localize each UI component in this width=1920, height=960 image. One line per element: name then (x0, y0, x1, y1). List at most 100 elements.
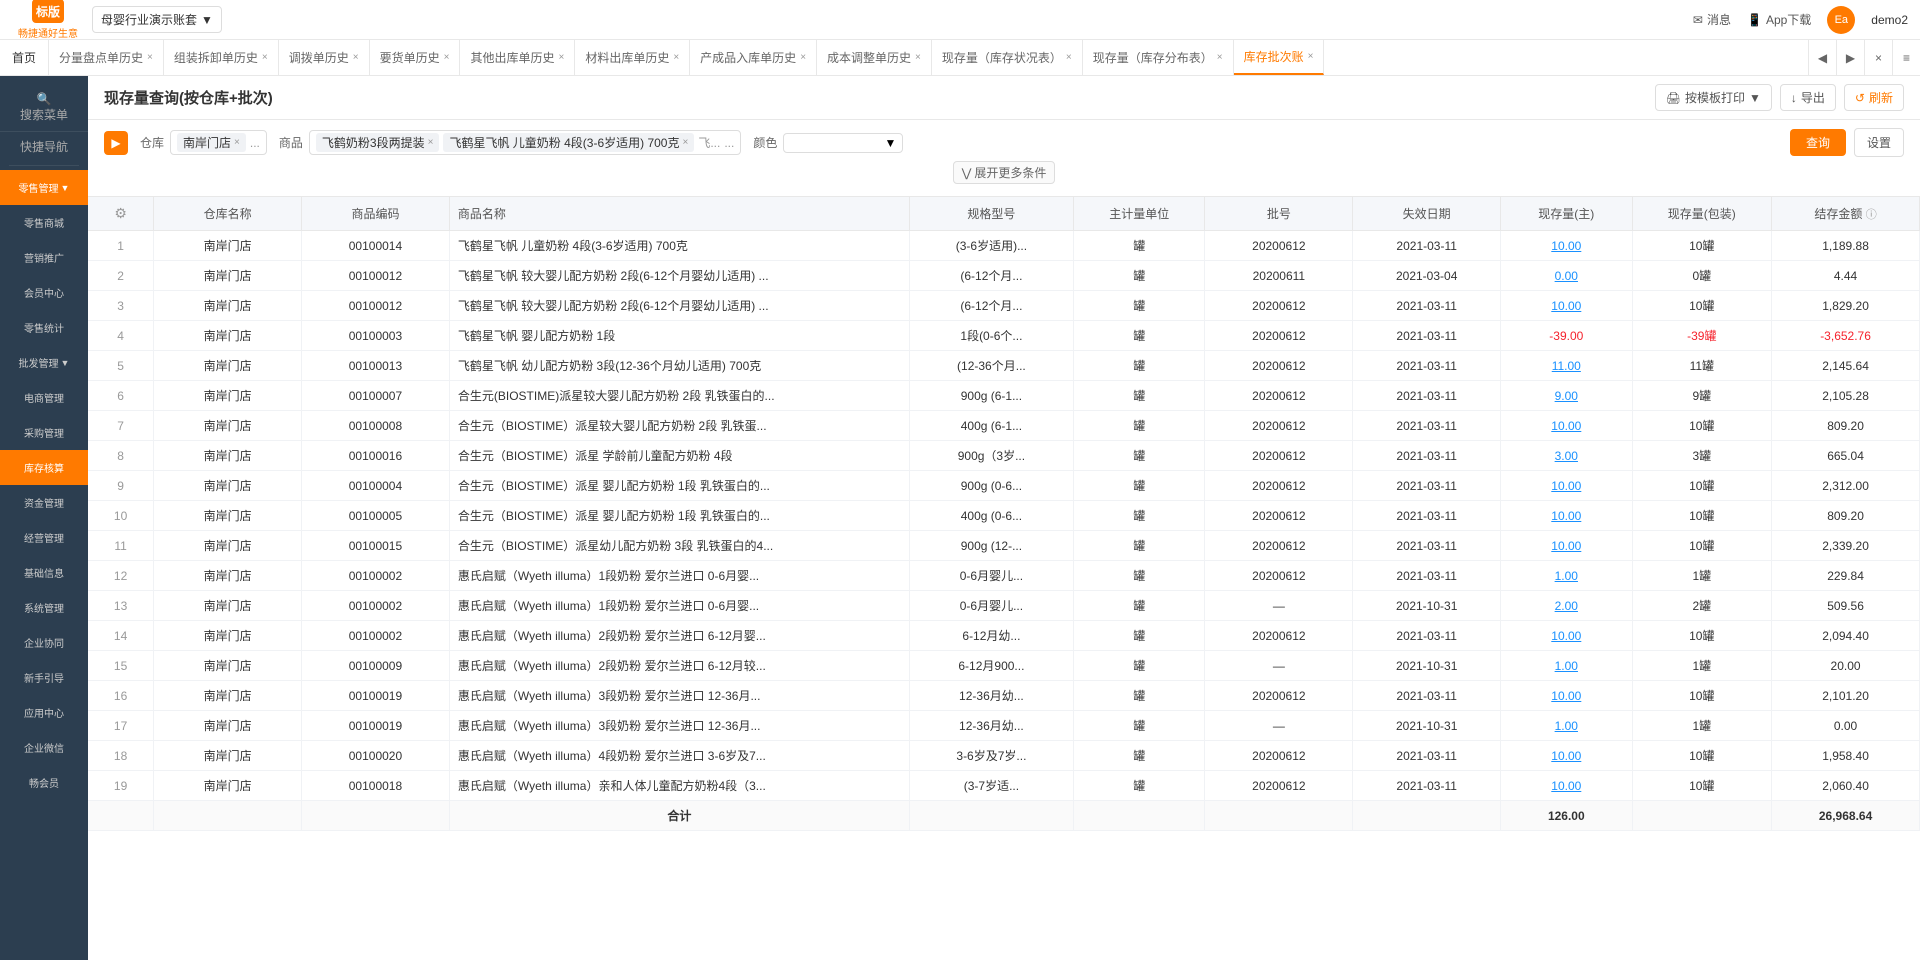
tab-xian-cun-ku[interactable]: 现存量（库存状况表） × (932, 40, 1083, 75)
product-filter-input[interactable]: 飞鹤奶粉3段两提装 × 飞鹤星飞帆 儿童奶粉 4段(3-6岁适用) 700克 ×… (309, 130, 741, 155)
filter-collapse-btn[interactable]: ▶ (104, 131, 128, 155)
sidebar-item-enterprise[interactable]: 企业协同 (0, 625, 88, 660)
cell-qty-main[interactable]: 10.00 (1501, 681, 1632, 711)
sidebar-item-appstore[interactable]: 应用中心 (0, 695, 88, 730)
sidebar-item-ecommerce[interactable]: 电商管理 (0, 380, 88, 415)
tab-close-icon[interactable]: × (147, 52, 153, 63)
footer-label: 合计 (449, 801, 909, 831)
cell-name: 合生元（BIOSTIME）派星幼儿配方奶粉 3段 乳铁蛋白的4... (449, 531, 909, 561)
tab-xian-cun-fen[interactable]: 现存量（库存分布表） × (1083, 40, 1234, 75)
cell-warehouse: 南岸门店 (154, 681, 302, 711)
sidebar-item-retail-stat[interactable]: 零售统计 (0, 310, 88, 345)
setting-btn[interactable]: 设置 (1854, 128, 1904, 157)
cell-qty-main[interactable]: 3.00 (1501, 441, 1632, 471)
product-tag-close-2[interactable]: × (682, 137, 688, 148)
tab-close-icon[interactable]: × (1308, 51, 1314, 62)
tab-close-icon[interactable]: × (915, 52, 921, 63)
cell-qty-main[interactable]: 10.00 (1501, 531, 1632, 561)
sidebar-item-member2[interactable]: 畅会员 (0, 765, 88, 800)
refresh-btn[interactable]: ↺ 刷新 (1844, 84, 1904, 111)
cell-batch: 20200611 (1205, 261, 1353, 291)
cell-qty-main[interactable]: 10.00 (1501, 501, 1632, 531)
cell-qty-main[interactable]: 10.00 (1501, 411, 1632, 441)
tab-fen-cang[interactable]: 分量盘点单历史 × (49, 40, 164, 75)
sidebar-item-guide[interactable]: 新手引导 (0, 660, 88, 695)
tab-chan-pin-ru[interactable]: 产成品入库单历史 × (690, 40, 817, 75)
sidebar-item-inventory[interactable]: 库存核算 (0, 450, 88, 485)
color-filter-input[interactable]: ▼ (783, 133, 903, 153)
cell-spec: 12-36月幼... (909, 681, 1073, 711)
tab-cheng-ben[interactable]: 成本调整单历史 × (817, 40, 932, 75)
sidebar-item-purchase[interactable]: 采购管理 (0, 415, 88, 450)
tab-close-icon[interactable]: × (353, 52, 359, 63)
sidebar-item-basic[interactable]: 基础信息 (0, 555, 88, 590)
sidebar-item-system[interactable]: 系统管理 (0, 590, 88, 625)
warehouse-filter-input[interactable]: 南岸门店 × ... (170, 130, 267, 155)
cell-qty-main[interactable]: 0.00 (1501, 261, 1632, 291)
table-row: 11 南岸门店 00100015 合生元（BIOSTIME）派星幼儿配方奶粉 3… (88, 531, 1920, 561)
tab-pu-ci-pi[interactable]: 库存批次账 × (1234, 40, 1325, 75)
sidebar-item-retail-mgmt[interactable]: 零售管理 ▼ (0, 170, 88, 205)
tab-next-btn[interactable]: ▶ (1836, 40, 1864, 76)
cell-code: 00100020 (302, 741, 450, 771)
cell-qty-main[interactable]: 1.00 (1501, 711, 1632, 741)
app-download-btn[interactable]: 📱 App下载 (1747, 11, 1811, 28)
cell-qty-main[interactable]: 9.00 (1501, 381, 1632, 411)
cell-qty-main[interactable]: 1.00 (1501, 651, 1632, 681)
tab-close-icon[interactable]: × (262, 52, 268, 63)
cell-qty-main[interactable]: 10.00 (1501, 771, 1632, 801)
query-btn[interactable]: 查询 (1790, 129, 1846, 156)
tab-cai-liao[interactable]: 材料出库单历史 × (575, 40, 690, 75)
tab-menu-btn[interactable]: ≡ (1892, 40, 1920, 76)
sidebar-item-wholesale[interactable]: 批发管理 ▼ (0, 345, 88, 380)
sidebar-item-operations[interactable]: 经营管理 (0, 520, 88, 555)
tab-close-icon[interactable]: × (800, 52, 806, 63)
cell-unit: 罐 (1074, 381, 1205, 411)
cell-qty-main[interactable]: 10.00 (1501, 621, 1632, 651)
col-setting[interactable]: ⚙ (88, 197, 154, 231)
cell-unit: 罐 (1074, 231, 1205, 261)
cell-qty-main[interactable]: 11.00 (1501, 351, 1632, 381)
content-area: 现存量查询(按仓库+批次) 🖨 按模板打印 ▼ ↓ 导出 ↺ 刷新 (88, 76, 1920, 960)
tab-qi-ta-chu[interactable]: 其他出库单历史 × (460, 40, 575, 75)
setting-icon[interactable]: ⚙ (114, 205, 127, 221)
tab-prev-btn[interactable]: ◀ (1808, 40, 1836, 76)
cell-qty-main[interactable]: 1.00 (1501, 561, 1632, 591)
product-tag-close-1[interactable]: × (428, 137, 434, 148)
tab-yao-huo[interactable]: 要货单历史 × (370, 40, 461, 75)
tab-zu-chai[interactable]: 组装拆卸单历史 × (164, 40, 279, 75)
sidebar-item-retail-shop[interactable]: 零售商城 (0, 205, 88, 240)
cell-qty-main[interactable]: 10.00 (1501, 471, 1632, 501)
tab-close-all-btn[interactable]: × (1864, 40, 1892, 76)
cell-seq: 7 (88, 411, 154, 441)
tab-home[interactable]: 首页 (0, 40, 49, 75)
tab-diao-bo[interactable]: 调拨单历史 × (279, 40, 370, 75)
sidebar-item-marketing[interactable]: 营销推广 (0, 240, 88, 275)
template-print-btn[interactable]: 🖨 按模板打印 ▼ (1655, 84, 1772, 111)
cell-qty-main[interactable]: 10.00 (1501, 231, 1632, 261)
cell-qty-main[interactable]: 10.00 (1501, 741, 1632, 771)
logo-icon: 标版 (32, 0, 64, 23)
footer-empty-6 (1205, 801, 1353, 831)
sidebar-search[interactable]: 🔍 搜索菜单 (0, 84, 88, 131)
tab-close-icon[interactable]: × (444, 52, 450, 63)
warehouse-select[interactable]: 母婴行业演示账套 ▼ (92, 6, 222, 33)
tab-close-icon[interactable]: × (558, 52, 564, 63)
expand-conditions-btn[interactable]: ⋁ 展开更多条件 (953, 161, 1056, 184)
cell-qty-main[interactable]: 2.00 (1501, 591, 1632, 621)
cell-qty-main[interactable]: 10.00 (1501, 291, 1632, 321)
warehouse-label: 母婴行业演示账套 (101, 11, 197, 28)
tab-close-icon[interactable]: × (1217, 52, 1223, 63)
sidebar-item-finance[interactable]: 资金管理 (0, 485, 88, 520)
sidebar-item-wechat[interactable]: 企业微信 (0, 730, 88, 765)
export-btn[interactable]: ↓ 导出 (1780, 84, 1836, 111)
tab-close-icon[interactable]: × (1066, 52, 1072, 63)
table-row: 5 南岸门店 00100013 飞鹤星飞帆 幼儿配方奶粉 3段(12-36个月幼… (88, 351, 1920, 381)
cell-spec: 6-12月900... (909, 651, 1073, 681)
sidebar-shortcut[interactable]: 快捷导航 (0, 131, 88, 161)
sidebar-item-member[interactable]: 会员中心 (0, 275, 88, 310)
warehouse-tag-close[interactable]: × (234, 137, 240, 148)
info-icon[interactable]: ⓘ (1866, 209, 1877, 221)
message-btn[interactable]: ✉ 消息 (1693, 11, 1731, 28)
tab-close-icon[interactable]: × (673, 52, 679, 63)
